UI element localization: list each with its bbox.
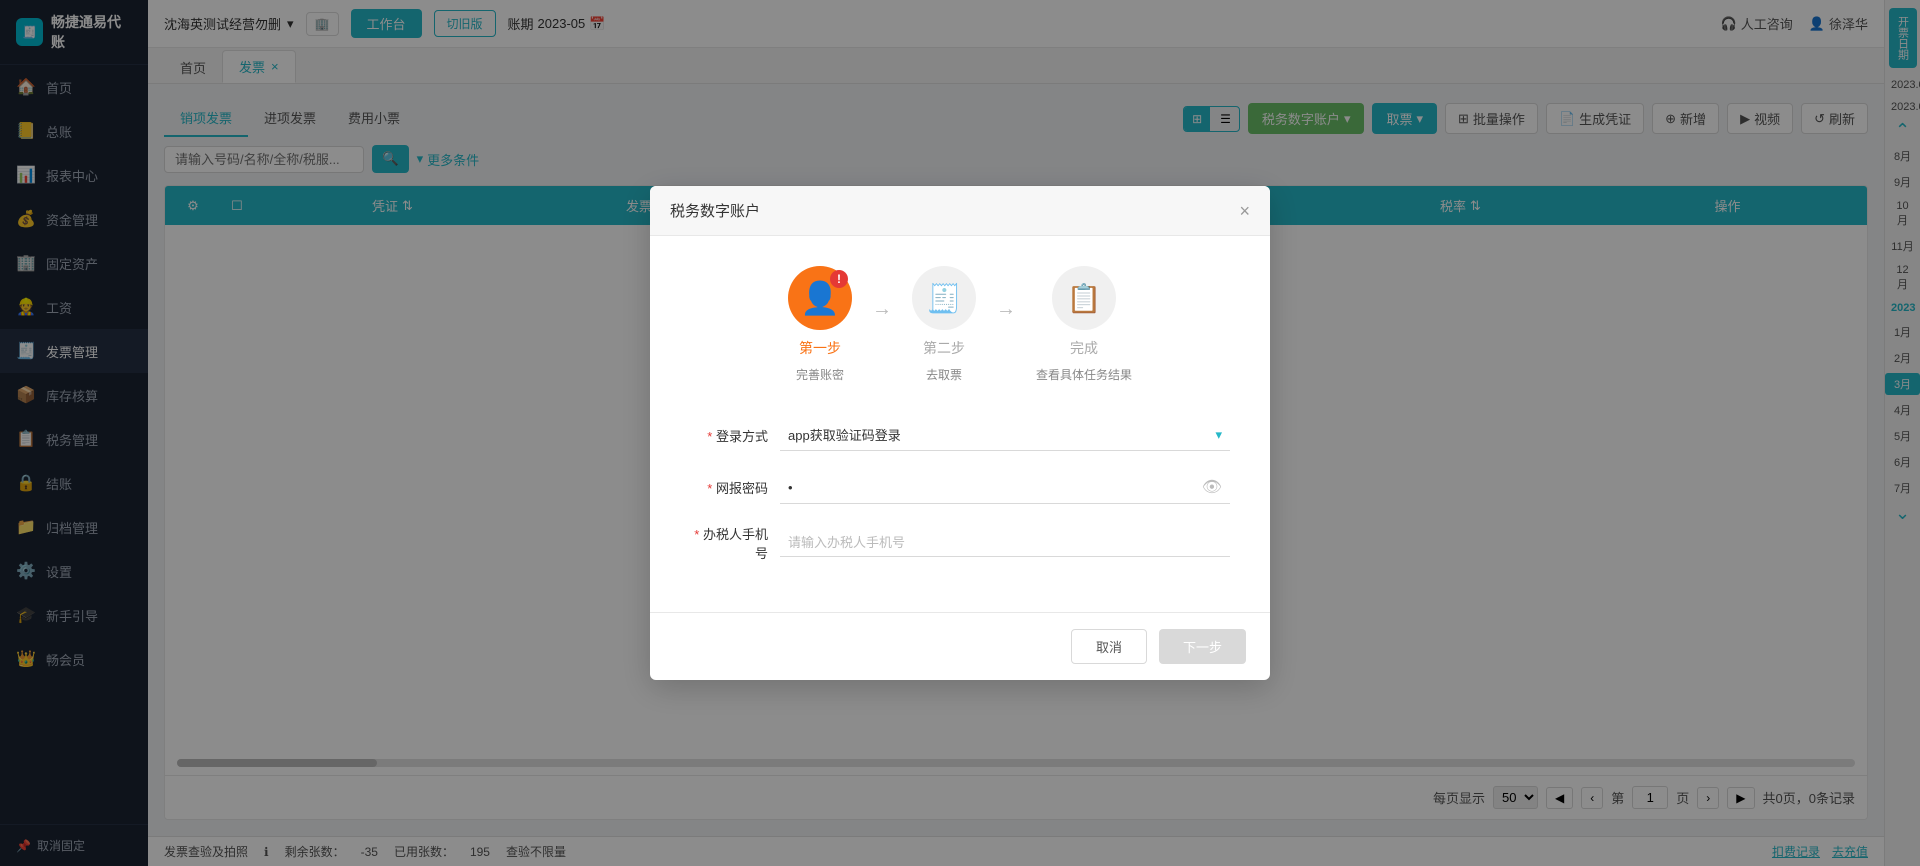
modal-header: 税务数字账户 × — [650, 186, 1270, 236]
modal-overlay: 税务数字账户 × 👤 ! 第一步 完善账密 → — [0, 0, 1920, 866]
phone-input[interactable] — [780, 529, 1230, 557]
phone-label: * 办税人手机号 — [690, 524, 780, 562]
cancel-button[interactable]: 取消 — [1071, 629, 1147, 664]
step-3: 📋 完成 查看具体任务结果 — [1036, 266, 1132, 383]
phone-row: * 办税人手机号 — [690, 524, 1230, 562]
step-arrow-1: → — [852, 298, 912, 321]
password-input[interactable] — [788, 480, 1202, 495]
password-input-wrap: 👁 — [780, 471, 1230, 504]
step-2-label: 第二步 — [923, 338, 965, 358]
step-1-desc: 完善账密 — [796, 366, 844, 383]
login-method-dropdown-icon: ▾ — [1215, 427, 1222, 443]
modal-title: 税务数字账户 — [670, 200, 760, 221]
login-method-select[interactable]: app获取验证码登录 ▾ — [780, 419, 1230, 451]
login-method-row: * 登录方式 app获取验证码登录 ▾ — [690, 419, 1230, 451]
next-button[interactable]: 下一步 — [1159, 629, 1246, 664]
toggle-password-icon[interactable]: 👁 — [1202, 477, 1222, 497]
tax-digital-modal: 税务数字账户 × 👤 ! 第一步 完善账密 → — [650, 186, 1270, 680]
step-1-label: 第一步 — [799, 338, 841, 358]
step-3-desc: 查看具体任务结果 — [1036, 366, 1132, 383]
step-3-icon: 📋 — [1052, 266, 1116, 330]
step-3-label: 完成 — [1070, 338, 1098, 358]
step-2: 🧾 第二步 去取票 — [912, 266, 976, 383]
password-row: * 网报密码 👁 — [690, 471, 1230, 504]
step-3-clipboard-icon: 📋 — [1067, 282, 1102, 315]
step-1-icon: 👤 ! — [788, 266, 852, 330]
step-2-receipt-icon: 🧾 — [927, 282, 962, 315]
login-method-label: * 登录方式 — [690, 426, 780, 445]
step-1: 👤 ! 第一步 完善账密 — [788, 266, 852, 383]
step-arrow-2: → — [976, 298, 1036, 321]
modal-close-btn[interactable]: × — [1239, 202, 1250, 220]
steps-indicator: 👤 ! 第一步 完善账密 → 🧾 第二步 去取票 → — [690, 266, 1230, 383]
modal-body: 👤 ! 第一步 完善账密 → 🧾 第二步 去取票 → — [650, 236, 1270, 612]
step-2-icon: 🧾 — [912, 266, 976, 330]
step-2-desc: 去取票 — [926, 366, 962, 383]
step-1-error-badge: ! — [830, 270, 848, 288]
password-label: * 网报密码 — [690, 478, 780, 497]
modal-footer: 取消 下一步 — [650, 612, 1270, 680]
